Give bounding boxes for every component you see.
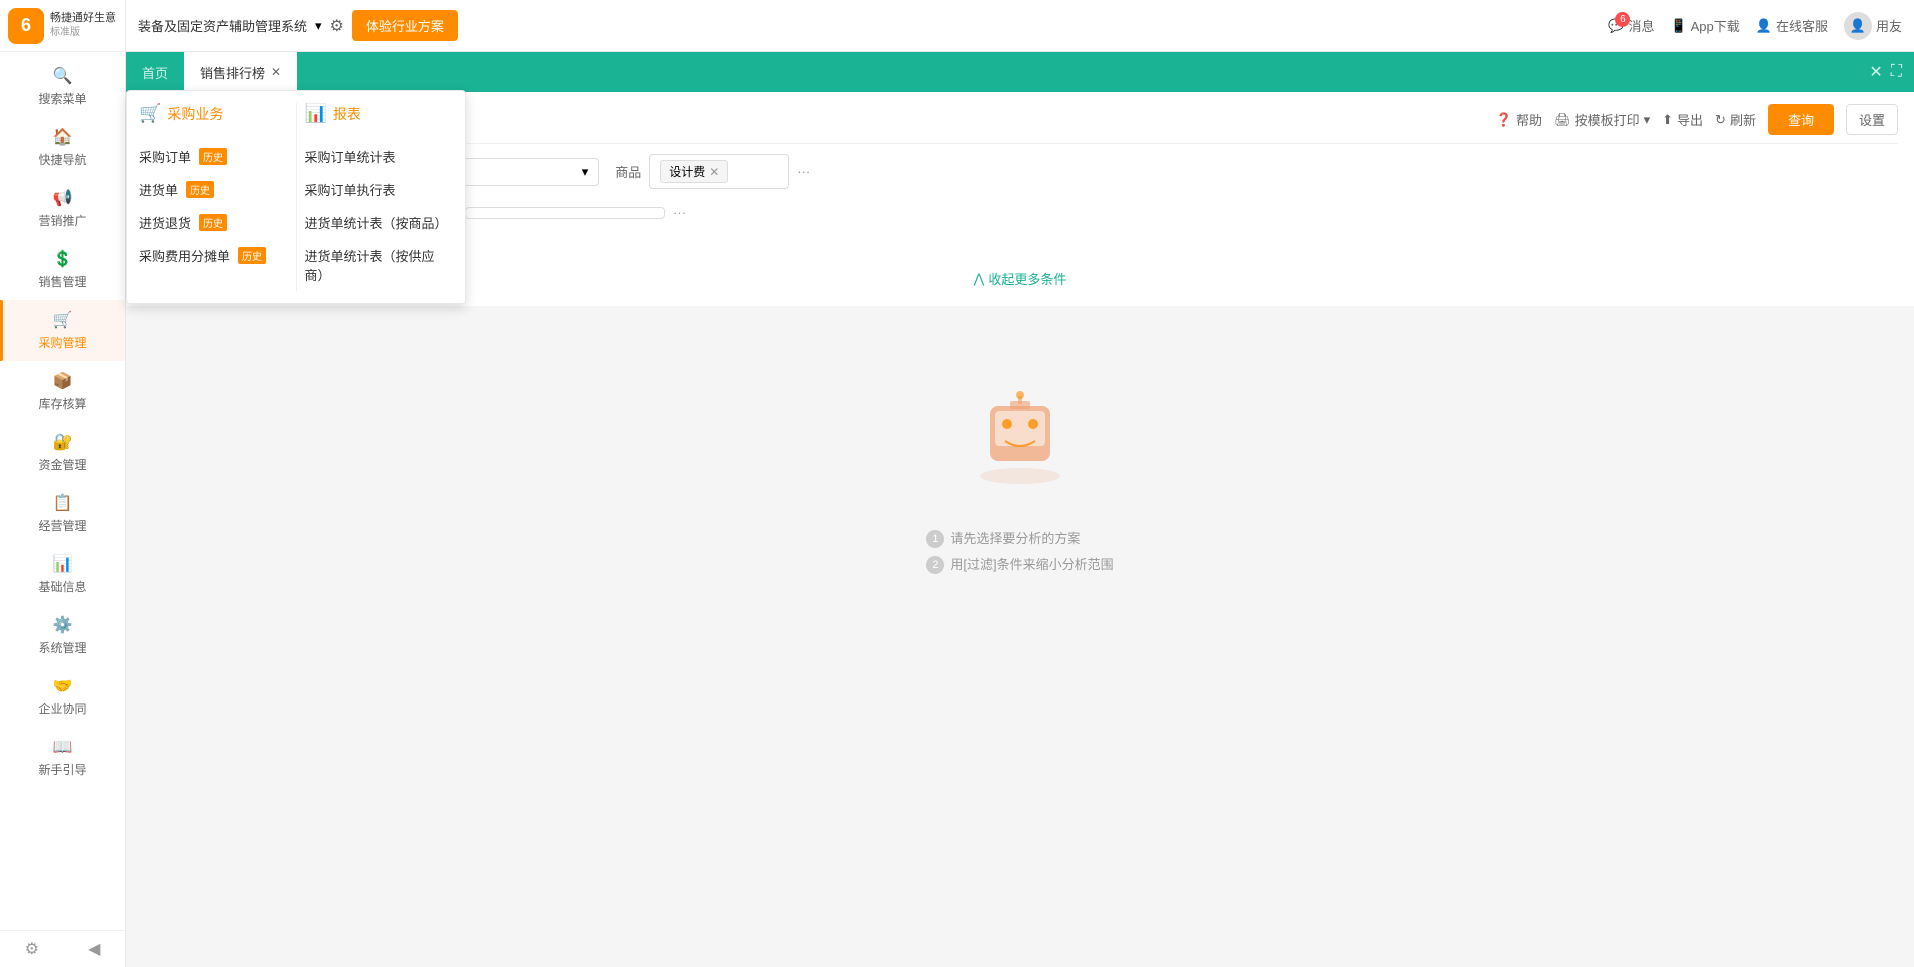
sidebar-menu: 🔍 搜索菜单 🏠 快捷导航 📢 营销推广 💲 销售管理 🛒 [0,52,125,930]
menu-item-goods-in-stat-supplier[interactable]: 进货单统计表（按供应商） [305,239,454,291]
finance-icon: 🔐 [53,432,73,452]
service-icon: 👤 [1756,18,1772,34]
window-close-icon[interactable]: ✕ [1869,62,1882,82]
business-col-icon: 🛒 [139,103,161,124]
goods-tag: 设计费 ✕ [660,160,728,183]
print-icon: 🖨 [1554,112,1571,128]
window-maximize-icon[interactable]: ⛶ [1891,63,1902,81]
tab-home[interactable]: 首页 [126,52,184,92]
report-col-icon: 📊 [305,103,327,124]
phone-icon: 📱 [1670,18,1686,34]
refresh-icon: ↻ [1715,112,1726,128]
empty-illustration [960,386,1080,506]
sidebar-item-operation[interactable]: 📋 经营管理 [0,483,125,544]
sidebar-item-finance[interactable]: 🔐 资金管理 [0,422,125,483]
inventory-icon: 📦 [53,371,73,391]
tab-close-icon[interactable]: ✕ [271,65,281,79]
sidebar-item-system[interactable]: ⚙️ 系统管理 [0,605,125,666]
refresh-button[interactable]: ↻ 刷新 [1715,110,1756,129]
menu-item-purchase-order[interactable]: 采购订单 历史 [139,140,288,173]
report-column: 📊 报表 采购订单统计表 采购订单执行表 进货单统计表（按商品） 进货单统计表（… [305,103,454,291]
tabbar-right-actions: ✕ ⛶ [1857,62,1914,82]
app-download-action[interactable]: 📱 App下载 [1670,16,1739,35]
help-icon: ❓ [1496,112,1512,128]
sidebar-item-marketing[interactable]: 📢 营销推广 [0,178,125,239]
logo-icon: 6 [8,8,44,44]
empty-text-line1: 1 请先选择要分析的方案 [926,526,1113,552]
goods-filter: 商品 设计费 ✕ ··· [615,154,810,189]
print-dropdown-icon: ▾ [1644,112,1651,128]
online-service-action[interactable]: 👤 在线客服 [1756,16,1828,35]
sidebar-item-quick-nav[interactable]: 🏠 快捷导航 [0,117,125,178]
sidebar-item-sales[interactable]: 💲 销售管理 [0,239,125,300]
sidebar-item-search[interactable]: 🔍 搜索菜单 [0,56,125,117]
system-title: 装备及固定资产辅助管理系统 [138,16,307,35]
salesperson-input[interactable] [465,207,665,219]
sidebar-settings-button[interactable]: ⚙ [25,939,39,959]
message-badge: 6 [1615,12,1630,27]
operation-icon: 📋 [53,493,73,513]
logo-text: 畅捷通好生意 标准版 [50,11,116,40]
topbar-actions: 💬 6 消息 📱 App下载 👤 在线客服 👤 用友 [1608,12,1902,40]
business-column: 🛒 采购业务 采购订单 历史 进货单 历史 进货退货 历史 采购费用分摊单 历史 [139,103,288,291]
logo-area: 6 畅捷通好生意 标准版 [0,0,125,52]
system-icon: ⚙️ [53,615,73,635]
message-label: 消息 [1628,16,1654,35]
menu-item-purchase-expense[interactable]: 采购费用分摊单 历史 [139,239,288,272]
goods-ellipsis[interactable]: ··· [797,164,810,179]
base-info-icon: 📊 [53,554,73,574]
sidebar-collapse-button[interactable]: ◀ [88,939,100,959]
menu-item-goods-in[interactable]: 进货单 历史 [139,173,288,206]
sidebar-bottom: ⚙ ◀ [0,930,125,967]
export-icon: ⬆ [1662,112,1673,128]
sidebar-item-cooperation[interactable]: 🤝 企业协同 [0,666,125,727]
goods-input[interactable]: 设计费 ✕ [649,154,789,189]
sales-icon: 💲 [53,249,73,269]
menu-item-purchase-order-exec[interactable]: 采购订单执行表 [305,173,454,206]
empty-text-line2: 2 用[过滤]条件来缩小分析范围 [926,552,1113,578]
menu-item-goods-return[interactable]: 进货退货 历史 [139,206,288,239]
sidebar: 6 畅捷通好生意 标准版 🔍 搜索菜单 🏠 快捷导航 📢 营销推广 [0,0,126,967]
tabbar: 首页 销售排行榜 ✕ ✕ ⛶ [126,52,1914,92]
sidebar-item-purchase[interactable]: 🛒 采购管理 [0,300,125,361]
home-icon: 🏠 [53,127,73,147]
user-avatar: 👤 [1844,12,1872,40]
query-button[interactable]: 查询 [1768,104,1834,135]
sidebar-item-guide[interactable]: 📖 新手引导 [0,727,125,788]
salesperson-ellipsis[interactable]: ··· [673,205,686,220]
report-title: 📊 报表 [305,103,454,128]
goods-tag-close[interactable]: ✕ [709,165,719,179]
bill-status-dropdown-icon: ▾ [582,164,589,180]
message-action[interactable]: 💬 6 消息 [1608,16,1654,35]
cooperation-icon: 🤝 [53,676,73,696]
business-title: 🛒 采购业务 [139,103,288,128]
settings-icon[interactable]: ⚙ [330,16,344,36]
help-button[interactable]: ❓ 帮助 [1496,110,1542,129]
purchase-icon: 🛒 [53,310,73,330]
marketing-icon: 📢 [53,188,73,208]
system-dropdown[interactable]: ▾ [315,18,322,34]
purchase-dropdown-menu: 🛒 采购业务 采购订单 历史 进货单 历史 进货退货 历史 采购费用分摊单 历史 [126,90,466,304]
sidebar-item-inventory[interactable]: 📦 库存核算 [0,361,125,422]
guide-icon: 📖 [53,737,73,757]
empty-state: 1 请先选择要分析的方案 2 用[过滤]条件来缩小分析范围 [126,306,1914,658]
industry-btn[interactable]: 体验行业方案 [352,10,458,41]
sidebar-item-base-info[interactable]: 📊 基础信息 [0,544,125,605]
search-menu-icon: 🔍 [53,66,73,86]
dropdown-menu-header: 🛒 采购业务 采购订单 历史 进货单 历史 进货退货 历史 采购费用分摊单 历史 [139,103,453,291]
collapse-icon: ⋀ [974,271,985,287]
tab-sales-rank[interactable]: 销售排行榜 ✕ [184,52,297,92]
empty-text: 1 请先选择要分析的方案 2 用[过滤]条件来缩小分析范围 [926,526,1113,578]
menu-divider [296,103,297,291]
user-action[interactable]: 👤 用友 [1844,12,1902,40]
print-button[interactable]: 🖨 按模板打印 ▾ [1554,110,1650,129]
filter-settings-button[interactable]: 设置 [1846,104,1898,135]
export-button[interactable]: ⬆ 导出 [1662,110,1703,129]
menu-item-purchase-order-stat[interactable]: 采购订单统计表 [305,140,454,173]
menu-item-goods-in-stat-goods[interactable]: 进货单统计表（按商品） [305,206,454,239]
topbar: 装备及固定资产辅助管理系统 ▾ ⚙ 体验行业方案 💬 6 消息 📱 App下载 [126,0,1914,52]
